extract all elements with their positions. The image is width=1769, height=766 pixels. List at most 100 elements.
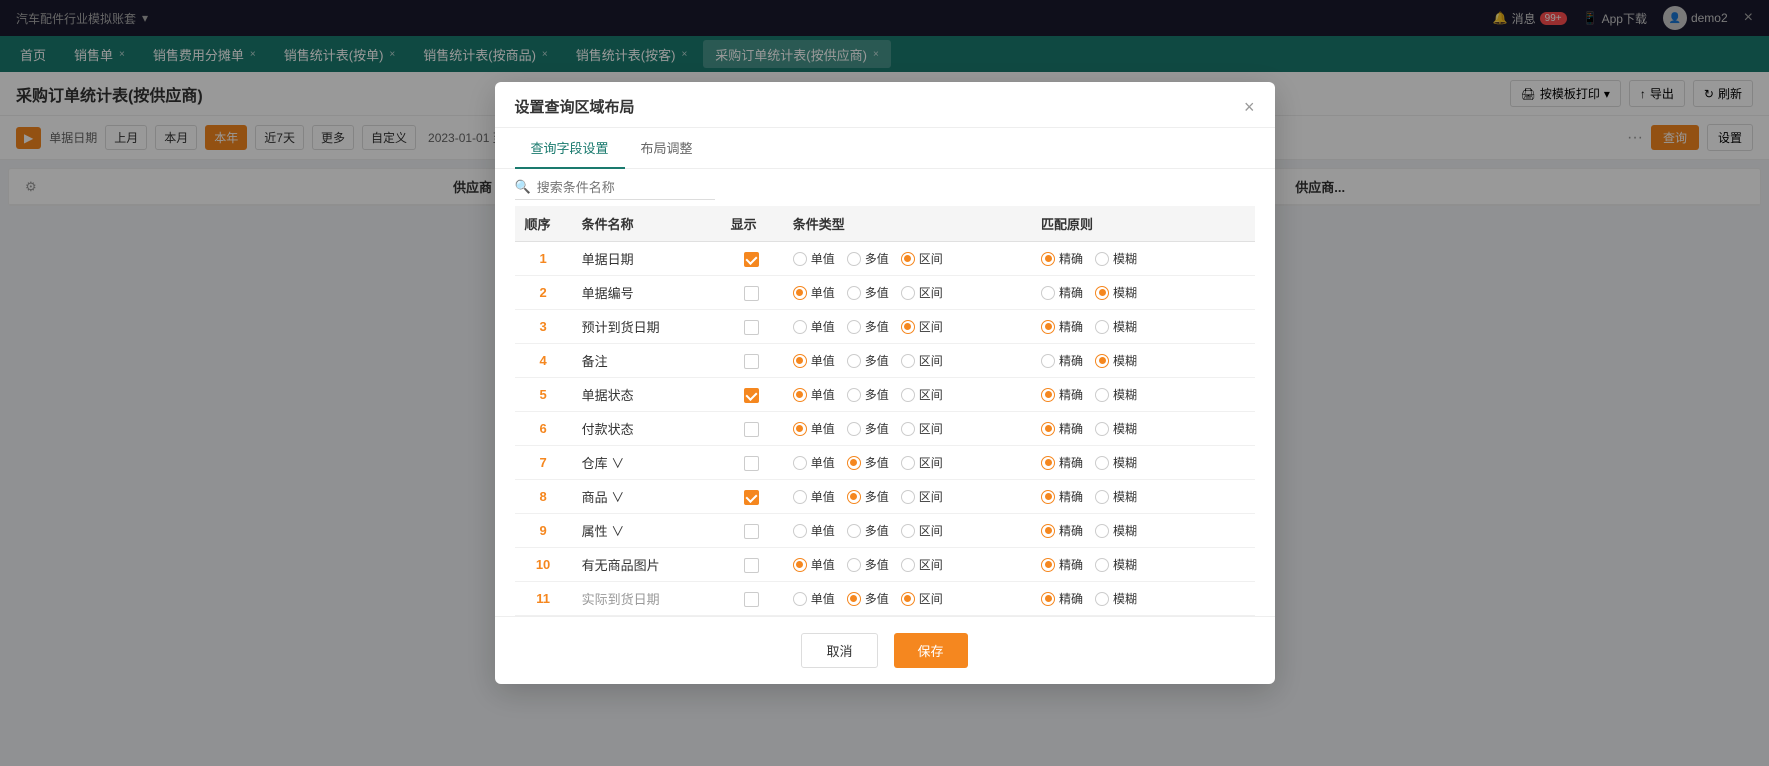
cell-show-2[interactable]: [721, 310, 783, 344]
radio-dot-type_multi-7: [847, 490, 861, 504]
checkbox-show-10[interactable]: [744, 592, 759, 607]
radio-match_fuzzy-7[interactable]: 模糊: [1095, 488, 1137, 505]
radio-type_single-3[interactable]: 单值: [793, 352, 835, 369]
cell-show-9[interactable]: [721, 548, 783, 582]
radio-type_multi-6[interactable]: 多值: [847, 454, 889, 471]
radio-match_exact-6[interactable]: 精确: [1041, 454, 1083, 471]
radio-match_exact-10[interactable]: 精确: [1041, 590, 1083, 607]
radio-match_exact-3[interactable]: 精确: [1041, 352, 1083, 369]
radio-match_fuzzy-2[interactable]: 模糊: [1095, 318, 1137, 335]
table-row: 1单据日期单值多值区间精确模糊: [515, 242, 1255, 276]
radio-match_fuzzy-10[interactable]: 模糊: [1095, 590, 1137, 607]
radio-type_range-10[interactable]: 区间: [901, 590, 943, 607]
cell-show-10[interactable]: [721, 582, 783, 616]
search-input[interactable]: [537, 180, 697, 195]
radio-type_range-2[interactable]: 区间: [901, 318, 943, 335]
checkbox-show-3[interactable]: [744, 354, 759, 369]
cell-show-4[interactable]: [721, 378, 783, 412]
radio-match_exact-0[interactable]: 精确: [1041, 250, 1083, 267]
cell-show-7[interactable]: [721, 480, 783, 514]
radio-type_single-5[interactable]: 单值: [793, 420, 835, 437]
radio-type_single-8[interactable]: 单值: [793, 522, 835, 539]
radio-match_fuzzy-6[interactable]: 模糊: [1095, 454, 1137, 471]
radio-dot-type_range-4: [901, 388, 915, 402]
radio-type_single-10[interactable]: 单值: [793, 590, 835, 607]
cell-show-1[interactable]: [721, 276, 783, 310]
radio-type_multi-7[interactable]: 多值: [847, 488, 889, 505]
checkbox-show-4[interactable]: [744, 388, 759, 403]
radio-type_range-6[interactable]: 区间: [901, 454, 943, 471]
radio-type_single-7[interactable]: 单值: [793, 488, 835, 505]
radio-type_range-8[interactable]: 区间: [901, 522, 943, 539]
checkbox-show-1[interactable]: [744, 286, 759, 301]
radio-match_exact-2[interactable]: 精确: [1041, 318, 1083, 335]
cell-show-0[interactable]: [721, 242, 783, 276]
checkbox-show-7[interactable]: [744, 490, 759, 505]
cancel-btn[interactable]: 取消: [801, 633, 877, 668]
radio-match_exact-5[interactable]: 精确: [1041, 420, 1083, 437]
radio-type_range-4[interactable]: 区间: [901, 386, 943, 403]
radio-type_single-0[interactable]: 单值: [793, 250, 835, 267]
cell-type-3: 单值多值区间: [783, 344, 1031, 378]
cell-match-7: 精确模糊: [1031, 480, 1255, 514]
radio-label-type_range-7: 区间: [919, 488, 943, 505]
radio-type_single-4[interactable]: 单值: [793, 386, 835, 403]
checkbox-show-5[interactable]: [744, 422, 759, 437]
radio-dot-match_exact-9: [1041, 558, 1055, 572]
radio-label-match_exact-6: 精确: [1059, 454, 1083, 471]
radio-type_range-7[interactable]: 区间: [901, 488, 943, 505]
checkbox-show-2[interactable]: [744, 320, 759, 335]
radio-type_multi-8[interactable]: 多值: [847, 522, 889, 539]
radio-type_multi-3[interactable]: 多值: [847, 352, 889, 369]
save-btn[interactable]: 保存: [894, 633, 968, 668]
radio-type_single-2[interactable]: 单值: [793, 318, 835, 335]
radio-label-type_range-4: 区间: [919, 386, 943, 403]
dialog-close-btn[interactable]: ×: [1244, 98, 1255, 116]
radio-match_exact-4[interactable]: 精确: [1041, 386, 1083, 403]
dtab-layout[interactable]: 布局调整: [625, 128, 709, 169]
checkbox-show-6[interactable]: [744, 456, 759, 471]
radio-match_fuzzy-1[interactable]: 模糊: [1095, 284, 1137, 301]
radio-type_multi-0[interactable]: 多值: [847, 250, 889, 267]
cell-show-8[interactable]: [721, 514, 783, 548]
radio-label-type_range-0: 区间: [919, 250, 943, 267]
checkbox-show-8[interactable]: [744, 524, 759, 539]
radio-type_multi-9[interactable]: 多值: [847, 556, 889, 573]
cell-show-3[interactable]: [721, 344, 783, 378]
checkbox-show-9[interactable]: [744, 558, 759, 573]
cell-name-10: 实际到货日期: [572, 582, 721, 616]
radio-type_range-1[interactable]: 区间: [901, 284, 943, 301]
radio-type_multi-1[interactable]: 多值: [847, 284, 889, 301]
cell-show-6[interactable]: [721, 446, 783, 480]
radio-match_exact-8[interactable]: 精确: [1041, 522, 1083, 539]
radio-type_range-3[interactable]: 区间: [901, 352, 943, 369]
radio-type_single-1[interactable]: 单值: [793, 284, 835, 301]
type-radio-group-0: 单值多值 区间: [793, 250, 1021, 267]
radio-match_fuzzy-9[interactable]: 模糊: [1095, 556, 1137, 573]
radio-match_fuzzy-8[interactable]: 模糊: [1095, 522, 1137, 539]
col-header-type: 条件类型: [783, 206, 1031, 242]
dtab-query-fields[interactable]: 查询字段设置: [515, 128, 625, 169]
checkbox-show-0[interactable]: [744, 252, 759, 267]
radio-type_multi-2[interactable]: 多值: [847, 318, 889, 335]
radio-type_multi-10[interactable]: 多值: [847, 590, 889, 607]
radio-match_exact-1[interactable]: 精确: [1041, 284, 1083, 301]
radio-label-type_single-9: 单值: [811, 556, 835, 573]
radio-match_fuzzy-0[interactable]: 模糊: [1095, 250, 1137, 267]
radio-dot-type_multi-9: [847, 558, 861, 572]
radio-dot-match_fuzzy-9: [1095, 558, 1109, 572]
cell-show-5[interactable]: [721, 412, 783, 446]
radio-type_single-6[interactable]: 单值: [793, 454, 835, 471]
radio-type_multi-5[interactable]: 多值: [847, 420, 889, 437]
radio-match_fuzzy-5[interactable]: 模糊: [1095, 420, 1137, 437]
radio-match_fuzzy-4[interactable]: 模糊: [1095, 386, 1137, 403]
radio-type_range-0[interactable]: 区间: [901, 250, 943, 267]
radio-match_exact-9[interactable]: 精确: [1041, 556, 1083, 573]
radio-type_range-5[interactable]: 区间: [901, 420, 943, 437]
radio-match_fuzzy-3[interactable]: 模糊: [1095, 352, 1137, 369]
radio-type_single-9[interactable]: 单值: [793, 556, 835, 573]
radio-type_multi-4[interactable]: 多值: [847, 386, 889, 403]
radio-dot-type_multi-3: [847, 354, 861, 368]
radio-match_exact-7[interactable]: 精确: [1041, 488, 1083, 505]
radio-type_range-9[interactable]: 区间: [901, 556, 943, 573]
